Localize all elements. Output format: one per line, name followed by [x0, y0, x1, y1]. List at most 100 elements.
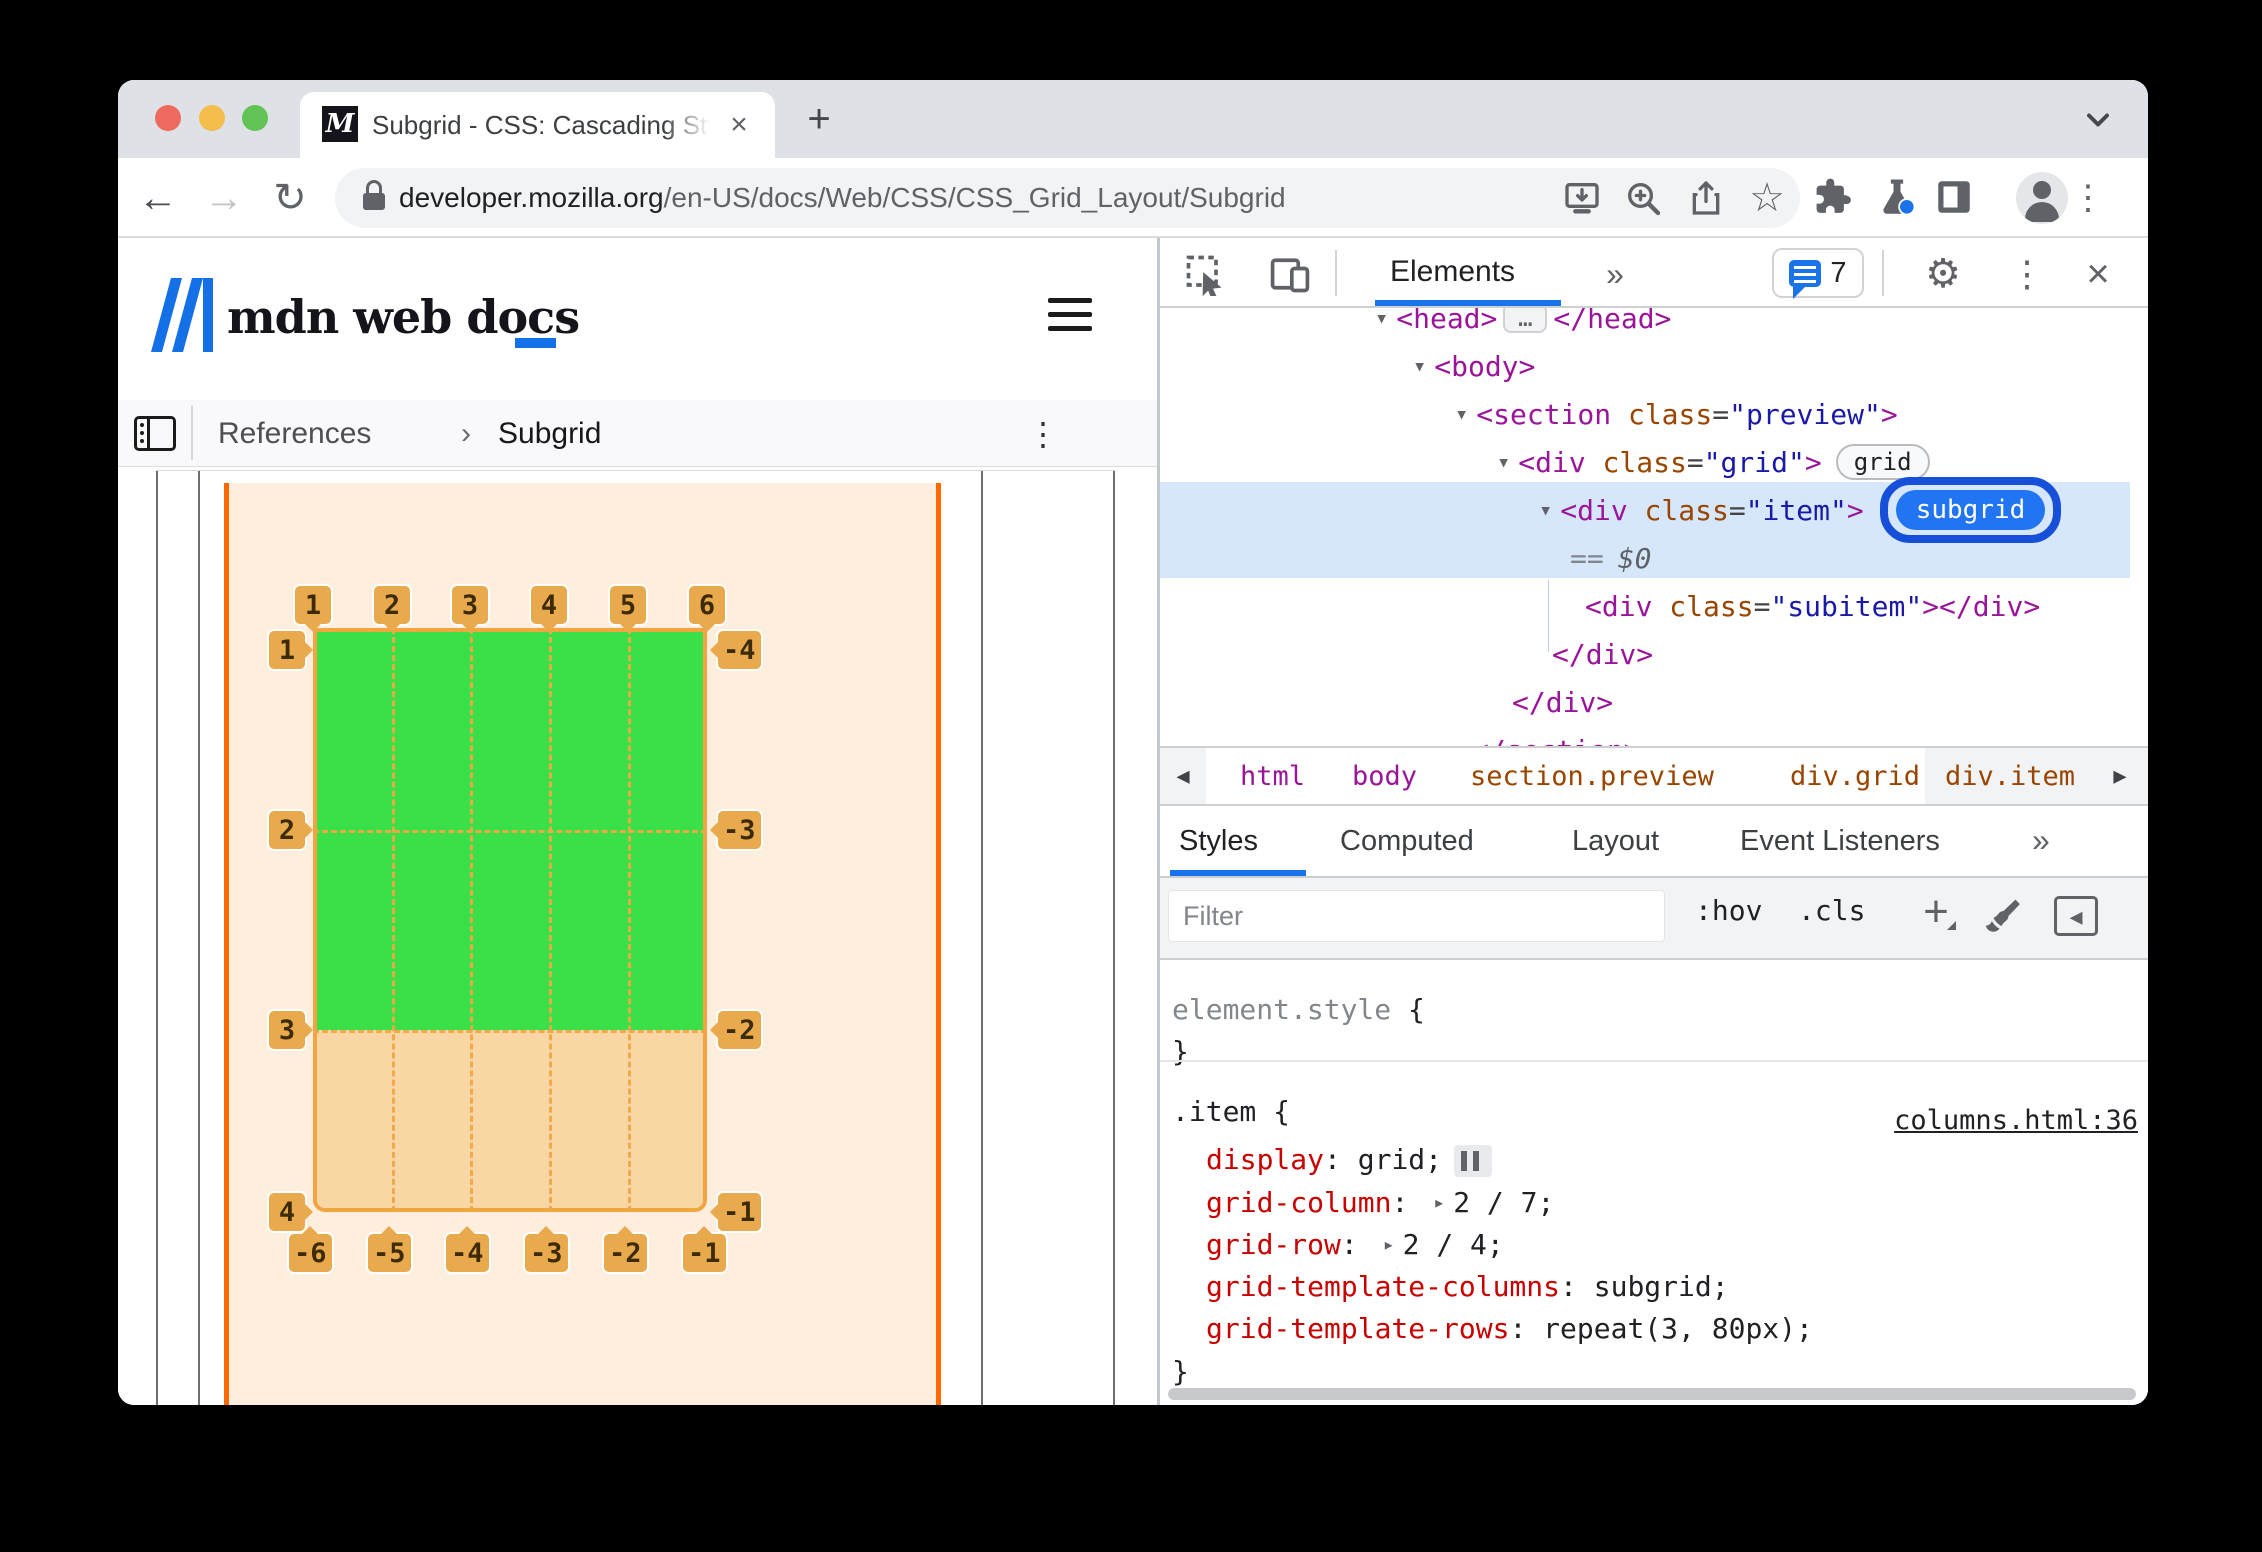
- zoom-icon[interactable]: [1623, 178, 1663, 218]
- devtools-menu-kebab-icon[interactable]: ⋮: [2005, 252, 2049, 296]
- grid-line-number: -2: [602, 1226, 649, 1274]
- sidebar-toggle-icon[interactable]: [134, 416, 176, 451]
- grid-line-number: 1: [293, 584, 333, 632]
- stylesheet-source-link[interactable]: columns.html:36: [1894, 1105, 2138, 1136]
- css-property-display[interactable]: display: grid;: [1206, 1138, 1493, 1180]
- new-tab-button[interactable]: +: [796, 96, 842, 142]
- collapsed-content-icon[interactable]: …: [1503, 308, 1548, 333]
- indent-guide-line: [1548, 580, 1549, 652]
- grid-badge[interactable]: grid: [1835, 444, 1930, 480]
- window-zoom-button[interactable]: [242, 105, 268, 131]
- experiments-flask-icon[interactable]: [1876, 176, 1920, 220]
- tab-computed[interactable]: Computed: [1340, 825, 1474, 858]
- breadcrumb-references[interactable]: References: [218, 417, 371, 451]
- extensions-puzzle-icon[interactable]: [1811, 176, 1855, 220]
- grid-row-line: [313, 830, 707, 833]
- dom-close-section[interactable]: </section>: [1472, 726, 1641, 747]
- new-style-rule-icon[interactable]: +: [1912, 886, 1960, 938]
- tab-elements[interactable]: Elements: [1390, 238, 1515, 306]
- tab-title: Subgrid - CSS: Cascading Style: [372, 110, 710, 142]
- css-property-grid-template-columns[interactable]: grid-template-columns: subgrid;: [1206, 1265, 1729, 1307]
- settings-gear-icon[interactable]: ⚙: [1921, 252, 1965, 296]
- console-messages-badge[interactable]: 7: [1772, 248, 1864, 299]
- address-bar[interactable]: developer.mozilla.org/en-US/docs/Web/CSS…: [335, 168, 1800, 228]
- styles-filter-bar: :hov .cls + ◂: [1160, 878, 2148, 960]
- reload-icon[interactable]: ↻: [264, 158, 316, 238]
- rendering-brush-icon[interactable]: [1980, 892, 2026, 943]
- window-minimize-button[interactable]: [199, 105, 225, 131]
- inspect-element-icon[interactable]: [1183, 252, 1227, 296]
- browser-tab[interactable]: M Subgrid - CSS: Cascading Style ×: [300, 92, 775, 158]
- dom-node-div-item[interactable]: ▾ <div class = "item" > subgrid: [1539, 477, 2062, 543]
- hamburger-menu-icon[interactable]: [1048, 298, 1092, 334]
- crumb-section-preview[interactable]: section.preview: [1470, 761, 1714, 792]
- browser-window: M Subgrid - CSS: Cascading Style × + ← →…: [118, 80, 2148, 1405]
- css-property-grid-row[interactable]: grid-row: ▸ 2 / 4;: [1206, 1223, 1504, 1265]
- desktop-background: M Subgrid - CSS: Cascading Style × + ← →…: [0, 0, 2262, 1552]
- expand-arrow-icon[interactable]: ▾: [1497, 450, 1510, 475]
- window-close-button[interactable]: [155, 105, 181, 131]
- crumb-div-grid[interactable]: div.grid: [1790, 761, 1920, 792]
- expand-longhand-icon[interactable]: ▸: [1433, 1190, 1445, 1214]
- dom-node-head[interactable]: ▾ <head>… </head>: [1375, 308, 1671, 342]
- grid-row-area: [317, 1030, 703, 1208]
- forward-icon[interactable]: →: [198, 158, 250, 238]
- dock-panel-icon[interactable]: ◂: [2054, 896, 2098, 936]
- side-panel-icon[interactable]: [1933, 176, 1977, 220]
- crumb-scroll-right-icon[interactable]: ▶: [2095, 748, 2145, 804]
- grid-line-number: 1: [267, 629, 313, 671]
- expand-longhand-icon[interactable]: ▸: [1383, 1232, 1395, 1256]
- styles-rules-pane: element.style { } .item { columns.html:3…: [1160, 960, 2148, 1405]
- mdn-logo-icon[interactable]: [151, 278, 213, 357]
- css-property-grid-template-rows[interactable]: grid-template-rows: repeat(3, 80px);: [1206, 1307, 1813, 1349]
- install-icon[interactable]: [1562, 178, 1602, 218]
- class-toggle[interactable]: .cls: [1798, 894, 1865, 927]
- devtools-close-icon[interactable]: ×: [2076, 252, 2120, 296]
- grid-line-number: 3: [267, 1009, 313, 1051]
- dom-node-div-subitem[interactable]: <div class = "subitem" ></div>: [1585, 582, 2040, 630]
- dom-node-div-grid[interactable]: ▾ <div class = "grid" > grid: [1497, 438, 1930, 486]
- profile-avatar[interactable]: [2016, 172, 2068, 224]
- grid-line-number: -5: [366, 1226, 413, 1274]
- crumb-div-item[interactable]: div.item: [1945, 761, 2075, 792]
- expand-arrow-icon[interactable]: ▾: [1413, 354, 1426, 379]
- horizontal-scrollbar[interactable]: [1168, 1388, 2136, 1400]
- dom-node-body[interactable]: ▾ <body>: [1413, 342, 1535, 390]
- expand-arrow-icon[interactable]: ▾: [1455, 402, 1468, 427]
- rule-element-style[interactable]: element.style {: [1172, 988, 1425, 1030]
- share-icon[interactable]: [1686, 178, 1726, 218]
- url-text[interactable]: developer.mozilla.org/en-US/docs/Web/CSS…: [399, 182, 1286, 214]
- tab-event-listeners[interactable]: Event Listeners: [1740, 825, 1940, 858]
- grid-editor-icon[interactable]: [1454, 1145, 1493, 1177]
- crumb-html[interactable]: html: [1240, 761, 1305, 792]
- more-panels-icon[interactable]: »: [1593, 252, 1637, 296]
- browser-menu-kebab-icon[interactable]: ⋮: [2066, 176, 2110, 220]
- mdn-logo-text[interactable]: mdn web docs: [227, 290, 580, 344]
- css-property-grid-column[interactable]: grid-column: ▸ 2 / 7;: [1206, 1181, 1554, 1223]
- rule-item-selector[interactable]: .item {: [1172, 1090, 1290, 1132]
- tab-search-chevron-icon[interactable]: [2080, 102, 2116, 143]
- back-icon[interactable]: ←: [132, 158, 184, 238]
- divider: [1882, 250, 1884, 296]
- crumb-scroll-left-icon[interactable]: ◀: [1160, 748, 1206, 804]
- tab-styles[interactable]: Styles: [1179, 825, 1258, 858]
- page-menu-kebab-icon[interactable]: ⋮: [1023, 414, 1063, 454]
- bookmark-star-icon[interactable]: ☆: [1747, 176, 1787, 220]
- example-border-line: [981, 470, 983, 1405]
- expand-arrow-icon[interactable]: ▾: [1375, 308, 1388, 331]
- dom-node-section[interactable]: ▾ <section class = "preview" >: [1455, 390, 1898, 438]
- styles-filter-input[interactable]: [1168, 890, 1665, 942]
- dom-close-div-item[interactable]: </div>: [1552, 630, 1653, 678]
- subgrid-badge[interactable]: subgrid: [1895, 490, 2046, 530]
- grid-line-number: -3: [710, 809, 763, 851]
- crumb-body[interactable]: body: [1352, 761, 1417, 792]
- expand-arrow-icon[interactable]: ▾: [1539, 498, 1552, 523]
- more-style-tabs-icon[interactable]: »: [2032, 822, 2050, 859]
- dom-breadcrumb-bar: ◀ html body section.preview div.grid div…: [1160, 746, 2148, 806]
- dom-close-div-grid[interactable]: </div>: [1512, 678, 1613, 726]
- tab-layout[interactable]: Layout: [1572, 825, 1659, 858]
- device-toolbar-icon[interactable]: [1268, 252, 1312, 296]
- pseudo-state-toggle[interactable]: :hov: [1695, 894, 1762, 927]
- tab-close-icon[interactable]: ×: [720, 106, 758, 144]
- rule-divider: [1160, 1060, 2148, 1062]
